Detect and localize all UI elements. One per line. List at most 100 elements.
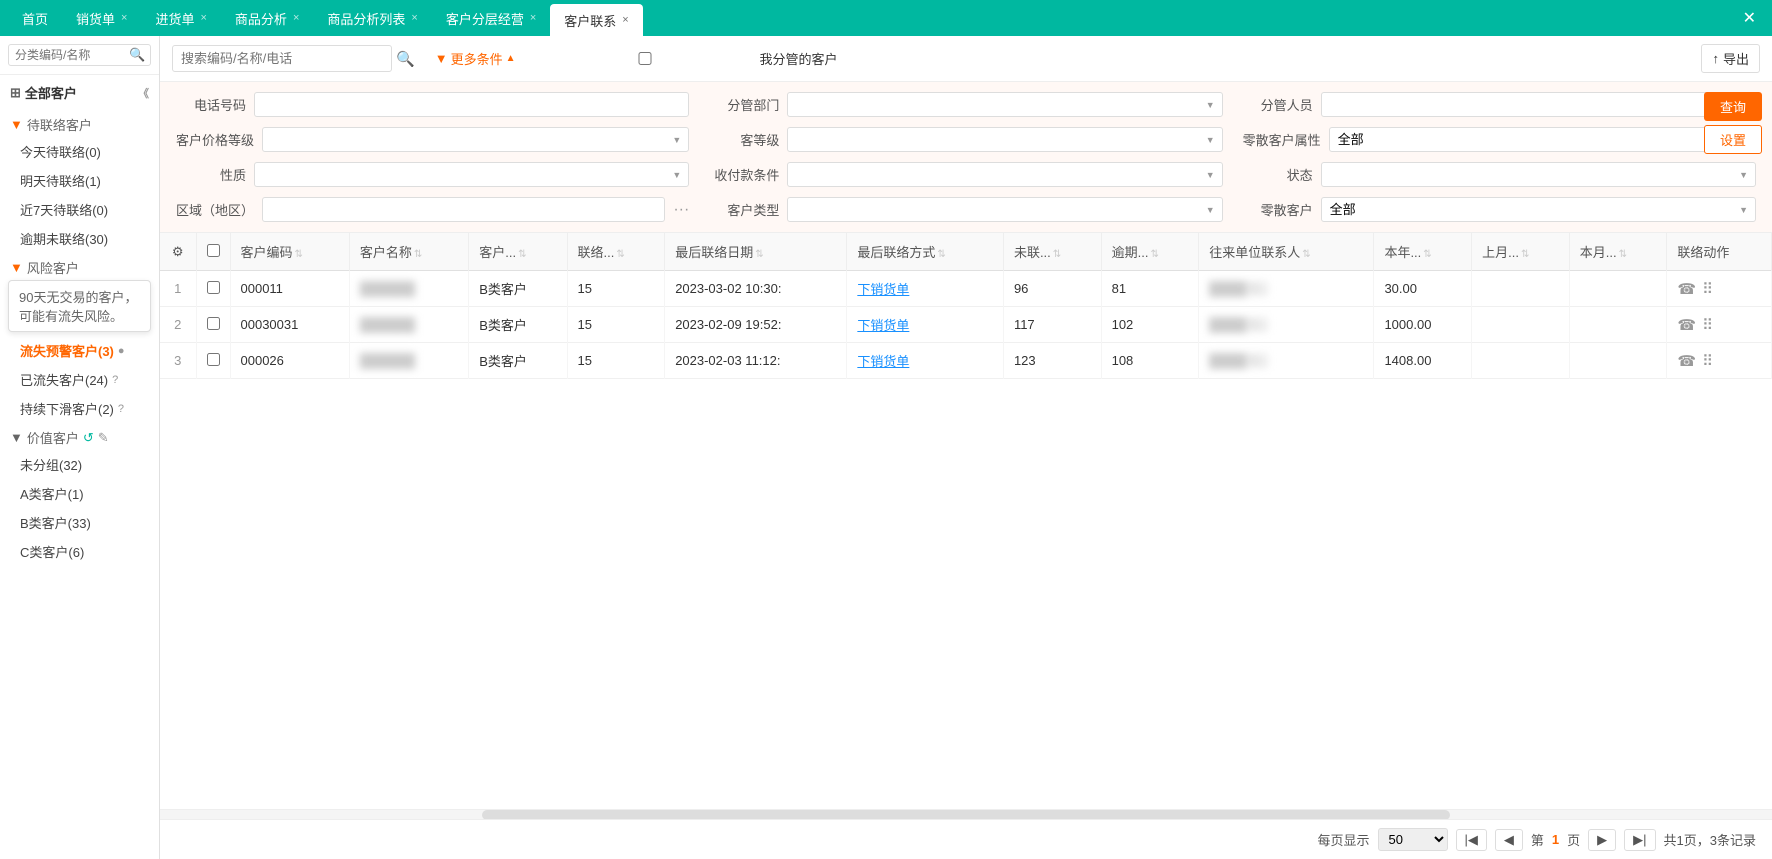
tab-customer-tier-close[interactable]: × [530,12,536,24]
first-page-btn[interactable]: |◀ [1456,829,1487,851]
sidebar-item-ungrouped[interactable]: 未分组(32) [0,450,159,479]
my-customers-checkbox-label[interactable]: 我分管的客户 [535,49,837,68]
col-this-month: 本月...⇅ [1569,233,1667,271]
row-cust-type-2: B类客户 [469,343,567,379]
region-dots[interactable]: ··· [673,201,689,219]
tab-product-analysis-list-close[interactable]: × [411,12,417,24]
row-unlinked-1: 117 [1003,307,1101,343]
tab-home[interactable]: 首页 [8,0,62,36]
prev-page-btn[interactable]: ◀ [1495,829,1523,851]
row-code-2: 000026 [230,343,349,379]
sort-icon-this-year[interactable]: ⇅ [1423,249,1431,260]
row-last-method-1[interactable]: 下销货单 [847,307,1004,343]
sidebar-item-declining[interactable]: 持续下滑客户(2) ? [0,394,159,423]
price-level-select[interactable] [262,127,689,152]
sort-icon-code[interactable]: ⇅ [295,249,303,260]
export-btn[interactable]: ↑ 导出 [1701,44,1760,73]
checkbox-col-header[interactable] [196,233,230,271]
tab-purchase-order-close[interactable]: × [200,12,206,24]
row-this-month-1 [1569,307,1667,343]
tab-customer-tier[interactable]: 客户分层经营 × [432,0,550,36]
tab-product-analysis[interactable]: 商品分析 × [221,0,313,36]
sort-icon-unlinked[interactable]: ⇅ [1053,249,1061,260]
last-page-btn[interactable]: ▶| [1624,829,1655,851]
row-action-more-icon-0[interactable]: ⠿ [1702,280,1713,298]
table-header-row: ⚙ 客户编码⇅ 客户名称⇅ 客户...⇅ [160,233,1772,271]
tab-product-analysis-list[interactable]: 商品分析列表 × [313,0,431,36]
row-checkbox-2[interactable] [196,343,230,379]
sort-icon-overdue[interactable]: ⇅ [1150,249,1158,260]
row-last-method-0[interactable]: 下销货单 [847,271,1004,307]
col-last-contact-method: 最后联络方式⇅ [847,233,1004,271]
row-this-year-1: 1000.00 [1374,307,1472,343]
row-checkbox-1[interactable] [196,307,230,343]
zero-cust-select[interactable]: 全部 [1321,197,1756,222]
query-btn[interactable]: 查询 [1704,92,1762,121]
sidebar-group-pending[interactable]: ▼ 待联络客户 [0,110,159,137]
row-action-contact-icon-0[interactable]: ☎ [1677,280,1696,298]
value-refresh-icon[interactable]: ↺ [83,430,94,446]
sidebar-item-class-a[interactable]: A类客户(1) [0,479,159,508]
select-all-checkbox[interactable] [207,244,220,257]
tab-purchase-order[interactable]: 进货单 × [141,0,220,36]
sort-icon-last-month[interactable]: ⇅ [1521,249,1529,260]
risk-tooltip: 90天无交易的客户，可能有流失风险。 [8,280,151,332]
person-input[interactable] [1321,92,1732,117]
gear-col-header[interactable]: ⚙ [160,233,196,271]
zero-attr-select[interactable]: 全部 [1329,127,1756,152]
tab-sales-order[interactable]: 销货单 × [62,0,141,36]
close-window-btn[interactable]: ✕ [1735,8,1764,28]
row-action-more-icon-2[interactable]: ⠿ [1702,352,1713,370]
page-size-select[interactable]: 50 20 100 [1378,828,1448,851]
next-page-btn[interactable]: ▶ [1588,829,1616,851]
sort-icon-this-month[interactable]: ⇅ [1619,249,1627,260]
sidebar-item-class-c[interactable]: C类客户(6) [0,537,159,566]
sidebar-search-input[interactable] [8,44,151,66]
sidebar-group-value[interactable]: ▼ 价值客户 ↺ ✎ [0,423,159,450]
gender-select[interactable] [254,162,689,187]
tab-sales-order-close[interactable]: × [121,12,127,24]
row-select-checkbox-1[interactable] [207,317,220,330]
region-input[interactable] [262,197,665,222]
my-customers-checkbox[interactable] [535,52,755,65]
sidebar-item-churn-warning[interactable]: 流失预警客户(3) ● [0,336,159,365]
sidebar-item-today-pending[interactable]: 今天待联络(0) [0,137,159,166]
row-select-checkbox-0[interactable] [207,281,220,294]
payment-select[interactable] [787,162,1222,187]
row-last-method-2[interactable]: 下销货单 [847,343,1004,379]
filter-search-btn[interactable]: 🔍 [396,50,415,68]
row-overdue-2: 108 [1101,343,1199,379]
phone-input[interactable] [254,92,689,117]
sort-icon-last-date[interactable]: ⇅ [755,249,763,260]
tab-customer-contact[interactable]: 客户联系 × [550,4,642,36]
sort-icon-type[interactable]: ⇅ [518,249,526,260]
level-select[interactable] [787,127,1222,152]
sidebar-item-churned[interactable]: 已流失客户(24) ? [0,365,159,394]
status-select[interactable] [1321,162,1756,187]
sidebar-item-class-b[interactable]: B类客户(33) [0,508,159,537]
sort-icon-last-method[interactable]: ⇅ [937,249,945,260]
sort-icon-contacts[interactable]: ⇅ [1302,249,1310,260]
sidebar-item-7days-pending[interactable]: 近7天待联络(0) [0,195,159,224]
search-input[interactable] [172,45,392,72]
sidebar-item-tomorrow-pending[interactable]: 明天待联络(1) [0,166,159,195]
row-select-checkbox-2[interactable] [207,353,220,366]
price-level-label: 客户价格等级 [176,130,254,149]
value-edit-icon[interactable]: ✎ [98,430,109,446]
sidebar-group-risk[interactable]: ▼ 风险客户 [0,253,159,280]
horizontal-scrollbar[interactable] [160,809,1772,819]
row-action-contact-icon-1[interactable]: ☎ [1677,316,1696,334]
tab-product-analysis-close[interactable]: × [293,12,299,24]
sidebar-all-customers[interactable]: ⊞ 全部客户 《 [0,75,159,110]
tab-customer-contact-close[interactable]: × [622,14,628,26]
row-action-contact-icon-2[interactable]: ☎ [1677,352,1696,370]
sidebar-item-overdue-pending[interactable]: 逾期未联络(30) [0,224,159,253]
row-action-more-icon-1[interactable]: ⠿ [1702,316,1713,334]
row-checkbox-0[interactable] [196,271,230,307]
cust-type-select[interactable] [787,197,1222,222]
filter-more-conditions-btn[interactable]: ▼ 更多条件 ▲ [427,45,524,72]
sort-icon-contact-count[interactable]: ⇅ [616,249,624,260]
dept-select[interactable] [787,92,1222,117]
settings-btn[interactable]: 设置 [1704,125,1762,154]
sort-icon-name[interactable]: ⇅ [414,249,422,260]
